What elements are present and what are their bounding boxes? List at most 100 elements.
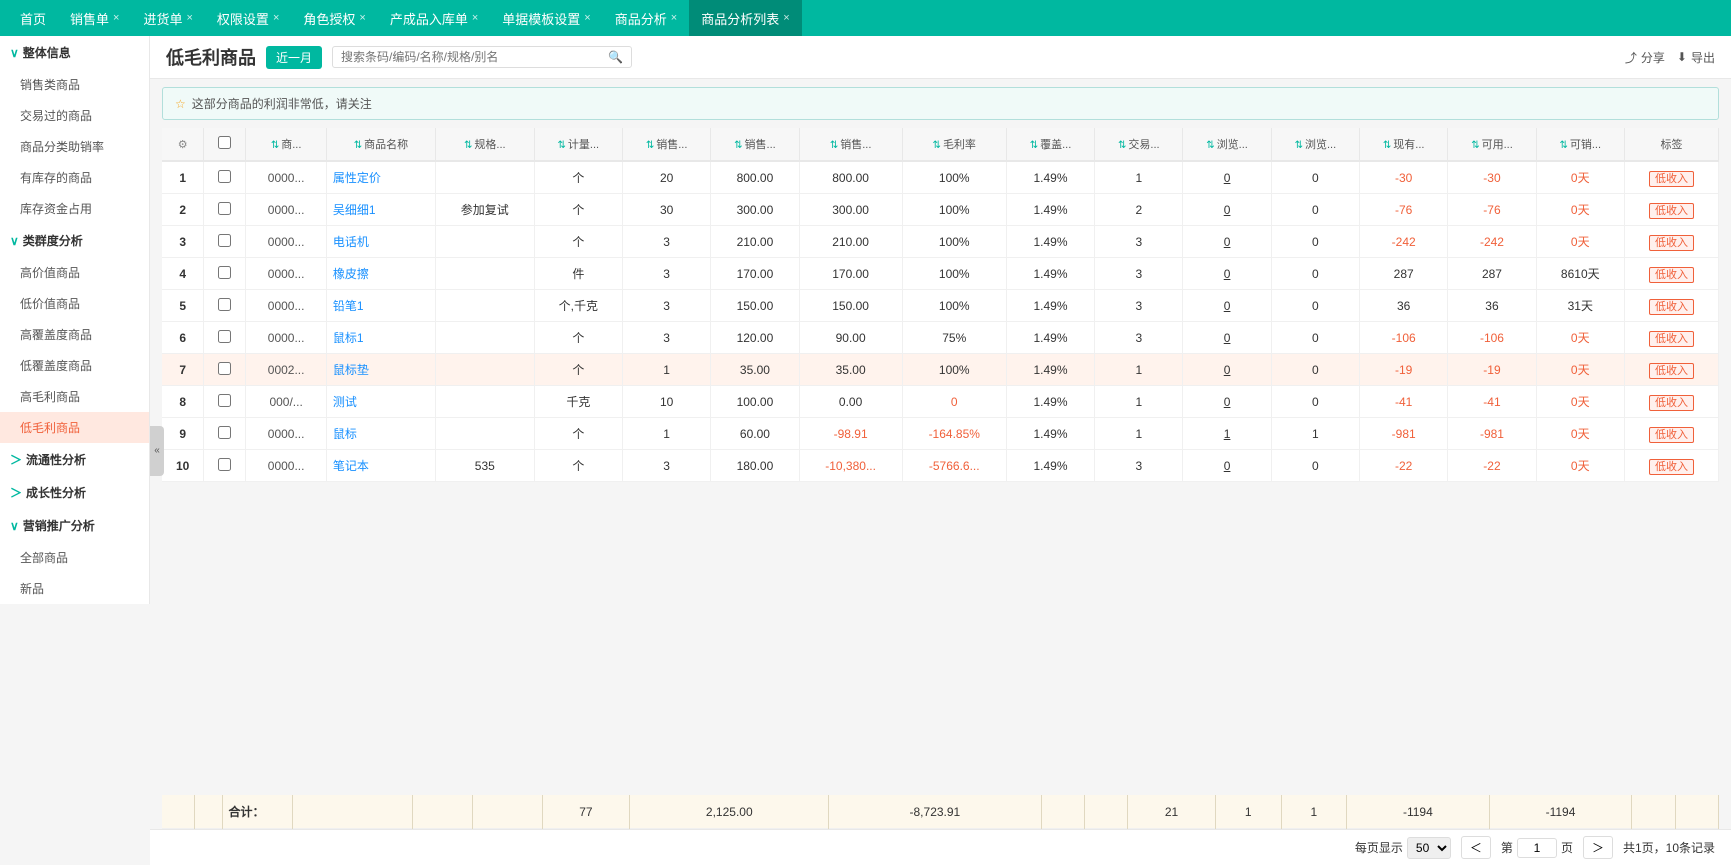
th-sales-qty[interactable]: ⇅销售... <box>622 128 710 161</box>
td-checkbox-6 <box>204 354 246 386</box>
td-name-4[interactable]: 铅笔1 <box>326 290 435 322</box>
next-page-button[interactable]: ＞ <box>1583 836 1613 859</box>
td-transaction-0: 1 <box>1095 161 1183 194</box>
sidebar-item-low-margin[interactable]: 低毛利商品 <box>0 412 149 443</box>
nav-purchase-order[interactable]: 进货单 × <box>131 0 204 36</box>
share-button[interactable]: ⤴ 分享 <box>1625 49 1665 66</box>
nav-sales-order[interactable]: 销售单 × <box>58 0 131 36</box>
row-checkbox-4[interactable] <box>218 298 231 311</box>
sidebar-item-low-coverage[interactable]: 低覆盖度商品 <box>0 350 149 381</box>
td-view1-7[interactable]: 0 <box>1183 386 1271 418</box>
date-filter-button[interactable]: 近一月 <box>266 46 322 69</box>
td-view1-8[interactable]: 1 <box>1183 418 1271 450</box>
td-view1-6[interactable]: 0 <box>1183 354 1271 386</box>
nav-product-analysis-list[interactable]: 商品分析列表 × <box>689 0 801 36</box>
select-all-checkbox[interactable] <box>218 136 231 149</box>
sidebar-item-in-stock[interactable]: 有库存的商品 <box>0 162 149 193</box>
nav-close-product-analysis-list[interactable]: × <box>783 12 789 24</box>
row-checkbox-8[interactable] <box>218 426 231 439</box>
th-current-stock[interactable]: ⇅现有... <box>1360 128 1448 161</box>
td-view1-0[interactable]: 0 <box>1183 161 1271 194</box>
th-view1[interactable]: ⇅浏览... <box>1183 128 1271 161</box>
th-spec[interactable]: ⇅规格... <box>435 128 534 161</box>
td-view2-0: 0 <box>1271 161 1359 194</box>
row-checkbox-0[interactable] <box>218 170 231 183</box>
td-name-1[interactable]: 吴细细1 <box>326 194 435 226</box>
td-view1-5[interactable]: 0 <box>1183 322 1271 354</box>
sidebar-group-flow[interactable]: ＞ 流通性分析 <box>0 443 149 476</box>
th-gross-margin[interactable]: ⇅毛利率 <box>902 128 1006 161</box>
sidebar-group-cluster[interactable]: ∨ 类群度分析 <box>0 224 149 257</box>
sidebar-group-marketing[interactable]: ∨ 营销推广分析 <box>0 509 149 542</box>
search-icon[interactable]: 🔍 <box>608 50 623 64</box>
footer-tag-cell <box>1675 795 1718 829</box>
td-spec-4 <box>435 290 534 322</box>
th-sellable-days[interactable]: ⇅可销... <box>1536 128 1624 161</box>
row-checkbox-3[interactable] <box>218 266 231 279</box>
sidebar-item-new-products[interactable]: 新品 <box>0 573 149 604</box>
th-transaction[interactable]: ⇅交易... <box>1095 128 1183 161</box>
per-page-select[interactable]: 50 <box>1407 837 1451 859</box>
sidebar-item-stock-capital[interactable]: 库存资金占用 <box>0 193 149 224</box>
nav-close-purchase-order[interactable]: × <box>186 12 192 24</box>
td-name-5[interactable]: 鼠标1 <box>326 322 435 354</box>
row-checkbox-1[interactable] <box>218 202 231 215</box>
th-name[interactable]: ⇅商品名称 <box>326 128 435 161</box>
row-checkbox-6[interactable] <box>218 362 231 375</box>
row-checkbox-2[interactable] <box>218 234 231 247</box>
nav-close-sales-order[interactable]: × <box>113 12 119 24</box>
export-button[interactable]: ⬇ 导出 <box>1677 49 1715 66</box>
nav-close-product-analysis[interactable]: × <box>671 12 677 24</box>
nav-close-template-settings[interactable]: × <box>584 12 590 24</box>
nav-role-auth[interactable]: 角色授权 × <box>291 0 377 36</box>
sidebar-group-growth[interactable]: ＞ 成长性分析 <box>0 476 149 509</box>
nav-close-role-auth[interactable]: × <box>359 12 365 24</box>
sidebar-item-low-value[interactable]: 低价值商品 <box>0 288 149 319</box>
td-name-2[interactable]: 电话机 <box>326 226 435 258</box>
sidebar-group-overall[interactable]: ∨ 整体信息 <box>0 36 149 69</box>
td-name-3[interactable]: 橡皮擦 <box>326 258 435 290</box>
row-checkbox-5[interactable] <box>218 330 231 343</box>
th-tag[interactable]: 标签 <box>1624 128 1718 161</box>
nav-close-permission-settings[interactable]: × <box>273 12 279 24</box>
sidebar-item-traded-products[interactable]: 交易过的商品 <box>0 100 149 131</box>
search-input[interactable] <box>341 50 608 64</box>
nav-close-product-warehousing[interactable]: × <box>472 12 478 24</box>
sidebar-item-sales-products[interactable]: 销售类商品 <box>0 69 149 100</box>
th-sales-amount[interactable]: ⇅销售... <box>799 128 902 161</box>
td-name-7[interactable]: 测试 <box>326 386 435 418</box>
td-view1-2[interactable]: 0 <box>1183 226 1271 258</box>
td-view1-1[interactable]: 0 <box>1183 194 1271 226</box>
td-view1-4[interactable]: 0 <box>1183 290 1271 322</box>
nav-product-analysis[interactable]: 商品分析 × <box>603 0 689 36</box>
sidebar-item-all-products[interactable]: 全部商品 <box>0 542 149 573</box>
td-name-0[interactable]: 属性定价 <box>326 161 435 194</box>
th-usable-stock[interactable]: ⇅可用... <box>1448 128 1536 161</box>
sidebar-item-high-value[interactable]: 高价值商品 <box>0 257 149 288</box>
nav-product-warehousing[interactable]: 产成品入库单 × <box>378 0 490 36</box>
nav-template-settings[interactable]: 单据模板设置 × <box>490 0 602 36</box>
td-view1-3[interactable]: 0 <box>1183 258 1271 290</box>
collapse-sidebar-button[interactable]: « <box>150 426 164 476</box>
td-name-8[interactable]: 鼠标 <box>326 418 435 450</box>
th-sales-price[interactable]: ⇅销售... <box>711 128 799 161</box>
sidebar-item-high-margin[interactable]: 高毛利商品 <box>0 381 149 412</box>
nav-permission-settings[interactable]: 权限设置 × <box>205 0 291 36</box>
td-code-4: 0000... <box>246 290 326 322</box>
td-name-6[interactable]: 鼠标垫 <box>326 354 435 386</box>
th-code[interactable]: ⇅商... <box>246 128 326 161</box>
nav-home[interactable]: 首页 <box>8 0 58 36</box>
footer-view2: 1 <box>1281 795 1347 829</box>
th-coverage[interactable]: ⇅覆盖... <box>1006 128 1094 161</box>
row-checkbox-7[interactable] <box>218 394 231 407</box>
td-name-9[interactable]: 笔记本 <box>326 450 435 482</box>
prev-page-button[interactable]: ＜ <box>1461 836 1491 859</box>
sidebar-item-category-rate[interactable]: 商品分类助销率 <box>0 131 149 162</box>
th-gear[interactable]: ⚙ <box>162 128 204 161</box>
th-unit[interactable]: ⇅计量... <box>534 128 622 161</box>
row-checkbox-9[interactable] <box>218 458 231 471</box>
page-number-input[interactable] <box>1517 838 1557 858</box>
sidebar-item-high-coverage[interactable]: 高覆盖度商品 <box>0 319 149 350</box>
td-view1-9[interactable]: 0 <box>1183 450 1271 482</box>
th-view2[interactable]: ⇅浏览... <box>1271 128 1359 161</box>
